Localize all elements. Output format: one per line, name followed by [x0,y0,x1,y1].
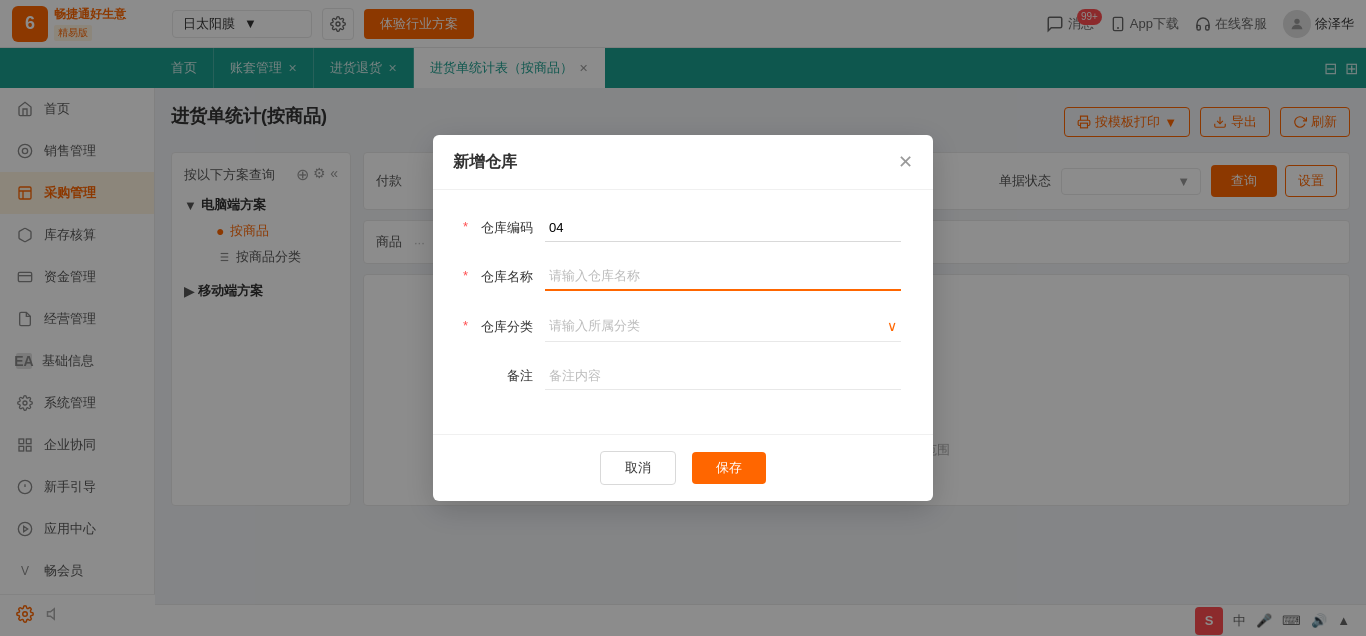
modal-overlay: 新增仓库 ✕ 仓库编码 仓库名称 仓库分类 请输入所属分类 ∨ [0,0,1366,636]
form-row-code: 仓库编码 [465,214,901,242]
save-button[interactable]: 保存 [692,452,766,484]
code-label: 仓库编码 [465,219,545,237]
modal-close-icon[interactable]: ✕ [898,151,913,173]
form-row-name: 仓库名称 [465,262,901,291]
notes-label: 备注 [465,367,545,385]
code-input[interactable] [545,214,901,242]
name-input[interactable] [545,262,901,291]
category-placeholder: 请输入所属分类 [549,317,640,335]
new-warehouse-modal: 新增仓库 ✕ 仓库编码 仓库名称 仓库分类 请输入所属分类 ∨ [433,135,933,501]
category-select[interactable]: 请输入所属分类 ∨ [545,311,901,342]
category-arrow-icon: ∨ [887,318,897,334]
category-label: 仓库分类 [465,318,545,336]
modal-title: 新增仓库 [453,152,517,173]
form-row-category: 仓库分类 请输入所属分类 ∨ [465,311,901,342]
form-row-notes: 备注 [465,362,901,390]
cancel-button[interactable]: 取消 [600,451,676,485]
modal-body: 仓库编码 仓库名称 仓库分类 请输入所属分类 ∨ 备注 [433,190,933,434]
notes-input[interactable] [545,362,901,390]
modal-header: 新增仓库 ✕ [433,135,933,190]
name-label: 仓库名称 [465,268,545,286]
modal-footer: 取消 保存 [433,434,933,501]
